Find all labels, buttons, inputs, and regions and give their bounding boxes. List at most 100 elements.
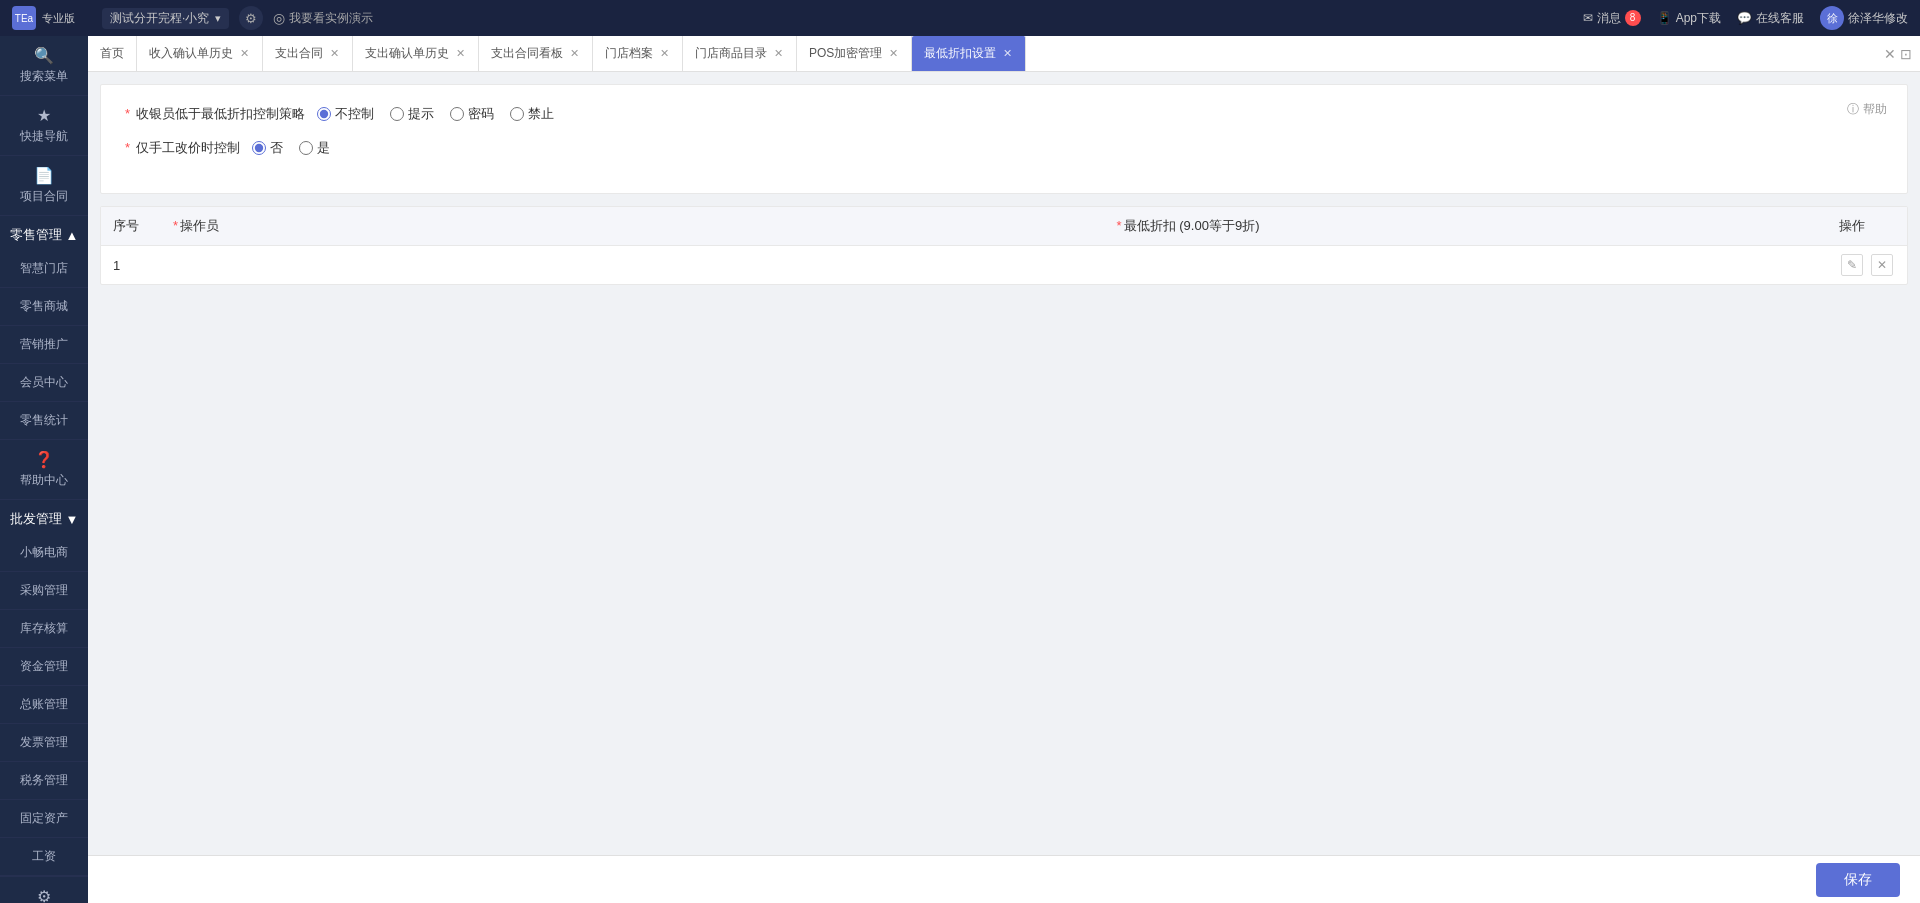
online-service-button[interactable]: 💬 在线客服 <box>1737 10 1804 27</box>
tab-close-icon[interactable]: ✕ <box>329 47 340 60</box>
message-badge: 8 <box>1625 10 1641 26</box>
sidebar-item-label: 资金管理 <box>20 658 68 675</box>
tab-close-icon[interactable]: ✕ <box>659 47 670 60</box>
policy-radio-no-control[interactable] <box>317 107 331 121</box>
project-selector[interactable]: 测试分开完程·小究 <box>102 8 229 29</box>
sidebar-item-member-center[interactable]: 会员中心 <box>0 364 88 402</box>
table-row: 1 ✎ ✕ <box>101 246 1907 285</box>
tab-bar-actions: ✕ ⊡ <box>1876 46 1920 62</box>
manual-option-no[interactable]: 否 <box>252 139 283 157</box>
policy-radio-password[interactable] <box>450 107 464 121</box>
demo-icon: ◎ <box>273 10 285 26</box>
app-download-label: App下载 <box>1676 10 1721 27</box>
tab-label: 门店档案 <box>605 45 653 62</box>
help-center-icon: ❓ <box>34 450 54 469</box>
app-download-button[interactable]: 📱 App下载 <box>1657 10 1721 27</box>
sidebar-item-ledger-mgmt[interactable]: 总账管理 <box>0 686 88 724</box>
message-icon: ✉ <box>1583 11 1593 25</box>
tab-close-icon[interactable]: ✕ <box>239 47 250 60</box>
help-text: 帮助 <box>1863 101 1887 118</box>
tab-payment-contract[interactable]: 支出合同 ✕ <box>263 36 353 72</box>
tab-close-icon[interactable]: ✕ <box>773 47 784 60</box>
policy-option-no-control[interactable]: 不控制 <box>317 105 374 123</box>
sidebar-item-label: 智慧门店 <box>20 260 68 277</box>
tab-min-discount[interactable]: 最低折扣设置 ✕ <box>912 36 1026 72</box>
tab-label: 支出合同看板 <box>491 45 563 62</box>
tab-home[interactable]: 首页 <box>88 36 137 72</box>
policy-option-forbid[interactable]: 禁止 <box>510 105 554 123</box>
retail-mgmt-arrow-icon: ▲ <box>66 228 79 243</box>
sidebar-item-salary[interactable]: 工资 <box>0 838 88 876</box>
tab-store-catalog[interactable]: 门店商品目录 ✕ <box>683 36 797 72</box>
sidebar-item-label: 零售商城 <box>20 298 68 315</box>
sidebar-item-help-center[interactable]: ❓ 帮助中心 <box>0 440 88 500</box>
content-area: 首页 收入确认单历史 ✕ 支出合同 ✕ 支出确认单历史 ✕ 支出合同看板 ✕ 门… <box>88 36 1920 903</box>
tab-income-confirm[interactable]: 收入确认单历史 ✕ <box>137 36 263 72</box>
sidebar-item-label: 固定资产 <box>20 810 68 827</box>
policy-radio-prompt[interactable] <box>390 107 404 121</box>
sidebar-item-ecommerce[interactable]: 小畅电商 <box>0 534 88 572</box>
tab-close-icon[interactable]: ✕ <box>888 47 899 60</box>
sidebar-item-smart-store[interactable]: 智慧门店 <box>0 250 88 288</box>
policy-radio-forbid[interactable] <box>510 107 524 121</box>
sidebar-item-label: 会员中心 <box>20 374 68 391</box>
tab-close-all-icon[interactable]: ✕ <box>1884 46 1896 62</box>
tab-payment-confirm[interactable]: 支出确认单历史 ✕ <box>353 36 479 72</box>
help-button[interactable]: ⓘ 帮助 <box>1847 101 1887 118</box>
tab-close-icon[interactable]: ✕ <box>455 47 466 60</box>
sidebar-item-tax-mgmt[interactable]: 税务管理 <box>0 762 88 800</box>
online-service-icon: 💬 <box>1737 11 1752 25</box>
tab-store-file[interactable]: 门店档案 ✕ <box>593 36 683 72</box>
message-button[interactable]: ✉ 消息 8 <box>1583 10 1641 27</box>
sidebar-item-invoice-mgmt[interactable]: 发票管理 <box>0 724 88 762</box>
policy-option-password[interactable]: 密码 <box>450 105 494 123</box>
sidebar-item-label: 零售管理 <box>10 226 62 244</box>
edit-row-button[interactable]: ✎ <box>1841 254 1863 276</box>
main-layout: 🔍 搜索菜单 ★ 快捷导航 📄 项目合同 零售管理 ▲ 智慧门店 零售商城 营销… <box>0 36 1920 903</box>
sidebar-item-wholesale-mgmt[interactable]: 批发管理 ▼ <box>0 500 88 534</box>
policy-option-prompt[interactable]: 提示 <box>390 105 434 123</box>
sidebar-item-label: 发票管理 <box>20 734 68 751</box>
manual-option-yes[interactable]: 是 <box>299 139 330 157</box>
save-button[interactable]: 保存 <box>1816 863 1900 897</box>
manual-radio-yes[interactable] <box>299 141 313 155</box>
tab-close-icon[interactable]: ✕ <box>1002 47 1013 60</box>
delete-row-button[interactable]: ✕ <box>1871 254 1893 276</box>
sidebar-item-inventory[interactable]: 库存核算 <box>0 610 88 648</box>
tab-label: 支出确认单历史 <box>365 45 449 62</box>
manual-radio-no[interactable] <box>252 141 266 155</box>
sidebar-item-fund-mgmt[interactable]: 资金管理 <box>0 648 88 686</box>
demo-text: 我要看实例演示 <box>289 10 373 27</box>
sidebar-item-retail-mgmt[interactable]: 零售管理 ▲ <box>0 216 88 250</box>
demo-button[interactable]: ◎ 我要看实例演示 <box>273 10 373 27</box>
tab-label: 收入确认单历史 <box>149 45 233 62</box>
sidebar-item-label: 零售统计 <box>20 412 68 429</box>
settings-button[interactable]: ⚙ <box>239 6 263 30</box>
sidebar-item-label: 搜索菜单 <box>20 68 68 85</box>
sidebar-item-fixed-assets[interactable]: 固定资产 <box>0 800 88 838</box>
sidebar-item-label: 项目合同 <box>20 188 68 205</box>
tab-expand-icon[interactable]: ⊡ <box>1900 46 1912 62</box>
tab-payment-board[interactable]: 支出合同看板 ✕ <box>479 36 593 72</box>
sidebar-item-quick-nav[interactable]: ★ 快捷导航 <box>0 96 88 156</box>
col-header-seq: 序号 <box>101 207 161 246</box>
user-button[interactable]: 徐 徐泽华修改 <box>1820 6 1908 30</box>
sidebar-item-label: 总账管理 <box>20 696 68 713</box>
sidebar-item-project-contract[interactable]: 📄 项目合同 <box>0 156 88 216</box>
tab-close-icon[interactable]: ✕ <box>569 47 580 60</box>
sidebar-item-label: 税务管理 <box>20 772 68 789</box>
sidebar-item-marketing[interactable]: 营销推广 <box>0 326 88 364</box>
policy-row: * 收银员低于最低折扣控制策略 不控制 提示 <box>125 105 1883 123</box>
tab-pos-password[interactable]: POS加密管理 ✕ <box>797 36 912 72</box>
sidebar-item-retail-mall[interactable]: 零售商城 <box>0 288 88 326</box>
sidebar-item-retail-stats[interactable]: 零售统计 <box>0 402 88 440</box>
sidebar-settings-button[interactable]: ⚙ <box>0 876 88 903</box>
sidebar-item-purchase-mgmt[interactable]: 采购管理 <box>0 572 88 610</box>
app-edition: 专业版 <box>42 11 75 26</box>
col-header-min-discount: *最低折扣 (9.00等于9折) <box>1105 207 1827 246</box>
tab-label: 支出合同 <box>275 45 323 62</box>
top-bar: TEa 专业版 测试分开完程·小究 ⚙ ◎ 我要看实例演示 ✉ 消息 8 📱 A… <box>0 0 1920 36</box>
sidebar-item-search[interactable]: 🔍 搜索菜单 <box>0 36 88 96</box>
app-logo: TEa 专业版 <box>12 6 92 30</box>
bottom-bar: 保存 <box>88 855 1920 903</box>
